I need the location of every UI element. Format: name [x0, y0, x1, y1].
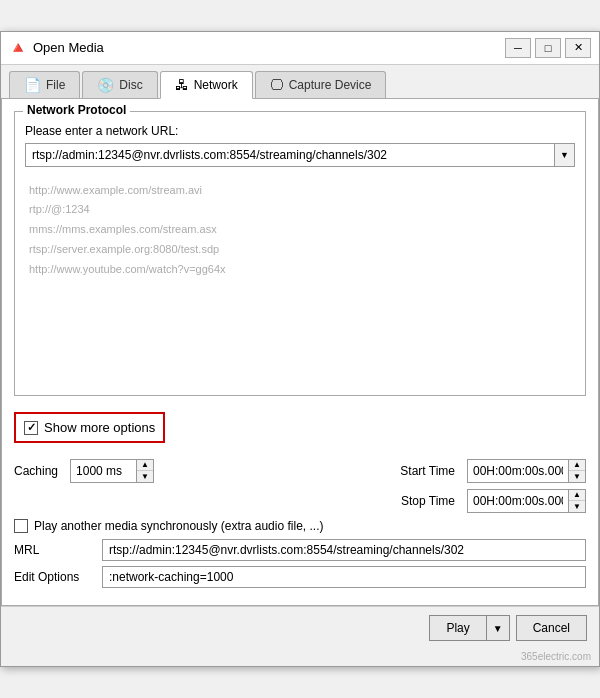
tab-file[interactable]: 📄 File	[9, 71, 80, 98]
play-dropdown-button[interactable]: ▼	[487, 616, 509, 640]
window-controls: ─ □ ✕	[505, 38, 591, 58]
caching-label: Caching	[14, 464, 58, 478]
url-label: Please enter a network URL:	[25, 124, 575, 138]
window-title: Open Media	[33, 40, 499, 55]
show-more-section[interactable]: Show more options	[14, 412, 165, 443]
options-row: Caching ▲ ▼ Start Time ▲ ▼	[14, 459, 586, 483]
suggestions-list: http://www.example.com/stream.avi rtp://…	[25, 175, 575, 286]
suggestion-item: http://www.youtube.com/watch?v=gg64x	[29, 260, 571, 280]
capture-icon: 🖵	[270, 77, 284, 93]
tab-bar: 📄 File 💿 Disc 🖧 Network 🖵 Capture Device	[1, 65, 599, 99]
mrl-row: MRL	[14, 539, 586, 561]
network-icon: 🖧	[175, 77, 189, 93]
start-time-spin-down[interactable]: ▼	[569, 471, 585, 482]
minimize-button[interactable]: ─	[505, 38, 531, 58]
watermark: 365electric.com	[1, 649, 599, 666]
bottom-bar: Play ▼ Cancel	[1, 606, 599, 649]
caching-input[interactable]	[71, 460, 136, 482]
sync-checkbox[interactable]	[14, 519, 28, 533]
sync-label: Play another media synchronously (extra …	[34, 519, 323, 533]
stop-time-input[interactable]	[468, 490, 568, 512]
title-bar: 🔺 Open Media ─ □ ✕	[1, 32, 599, 65]
cancel-button[interactable]: Cancel	[516, 615, 587, 641]
stop-time-input-wrap: ▲ ▼	[467, 489, 586, 513]
caching-spin-buttons: ▲ ▼	[136, 460, 153, 482]
app-icon: 🔺	[9, 39, 27, 57]
caching-spin-up[interactable]: ▲	[137, 460, 153, 471]
tab-network[interactable]: 🖧 Network	[160, 71, 253, 99]
mrl-label: MRL	[14, 543, 94, 557]
edit-options-row: Edit Options	[14, 566, 586, 588]
suggestion-item: mms://mms.examples.com/stream.asx	[29, 220, 571, 240]
group-title: Network Protocol	[23, 103, 130, 117]
tab-network-label: Network	[194, 78, 238, 92]
start-time-input[interactable]	[468, 460, 568, 482]
url-dropdown-arrow[interactable]: ▼	[554, 144, 574, 166]
stop-time-row: Stop Time ▲ ▼	[14, 489, 586, 513]
open-media-window: 🔺 Open Media ─ □ ✕ 📄 File 💿 Disc 🖧 Netwo…	[0, 31, 600, 668]
edit-options-input[interactable]	[102, 566, 586, 588]
show-more-checkbox[interactable]	[24, 421, 38, 435]
show-more-container: Show more options	[14, 404, 586, 451]
stop-time-spin-down[interactable]: ▼	[569, 501, 585, 512]
start-time-input-wrap: ▲ ▼	[467, 459, 586, 483]
start-time-spin-buttons: ▲ ▼	[568, 460, 585, 482]
play-button-group: Play ▼	[429, 615, 509, 641]
sync-row: Play another media synchronously (extra …	[14, 519, 586, 533]
show-more-label: Show more options	[44, 420, 155, 435]
tab-capture-label: Capture Device	[289, 78, 372, 92]
caching-spin-down[interactable]: ▼	[137, 471, 153, 482]
tab-file-label: File	[46, 78, 65, 92]
tab-disc[interactable]: 💿 Disc	[82, 71, 157, 98]
mrl-input[interactable]	[102, 539, 586, 561]
close-button[interactable]: ✕	[565, 38, 591, 58]
file-icon: 📄	[24, 77, 41, 93]
stop-time-spin-up[interactable]: ▲	[569, 490, 585, 501]
network-protocol-group: Network Protocol Please enter a network …	[14, 111, 586, 397]
suggestion-item: rtp://@:1234	[29, 200, 571, 220]
start-time-label: Start Time	[400, 464, 455, 478]
maximize-button[interactable]: □	[535, 38, 561, 58]
play-button[interactable]: Play	[430, 616, 486, 640]
empty-area	[25, 285, 575, 385]
suggestion-item: rtsp://server.example.org:8080/test.sdp	[29, 240, 571, 260]
start-time-spin-up[interactable]: ▲	[569, 460, 585, 471]
main-content: Network Protocol Please enter a network …	[1, 99, 599, 607]
url-input[interactable]	[25, 143, 575, 167]
tab-disc-label: Disc	[119, 78, 142, 92]
tab-capture[interactable]: 🖵 Capture Device	[255, 71, 387, 98]
stop-time-label: Stop Time	[401, 494, 455, 508]
disc-icon: 💿	[97, 77, 114, 93]
caching-input-wrap: ▲ ▼	[70, 459, 154, 483]
stop-time-spin-buttons: ▲ ▼	[568, 490, 585, 512]
edit-options-label: Edit Options	[14, 570, 94, 584]
url-container: ▼	[25, 143, 575, 167]
suggestion-item: http://www.example.com/stream.avi	[29, 181, 571, 201]
